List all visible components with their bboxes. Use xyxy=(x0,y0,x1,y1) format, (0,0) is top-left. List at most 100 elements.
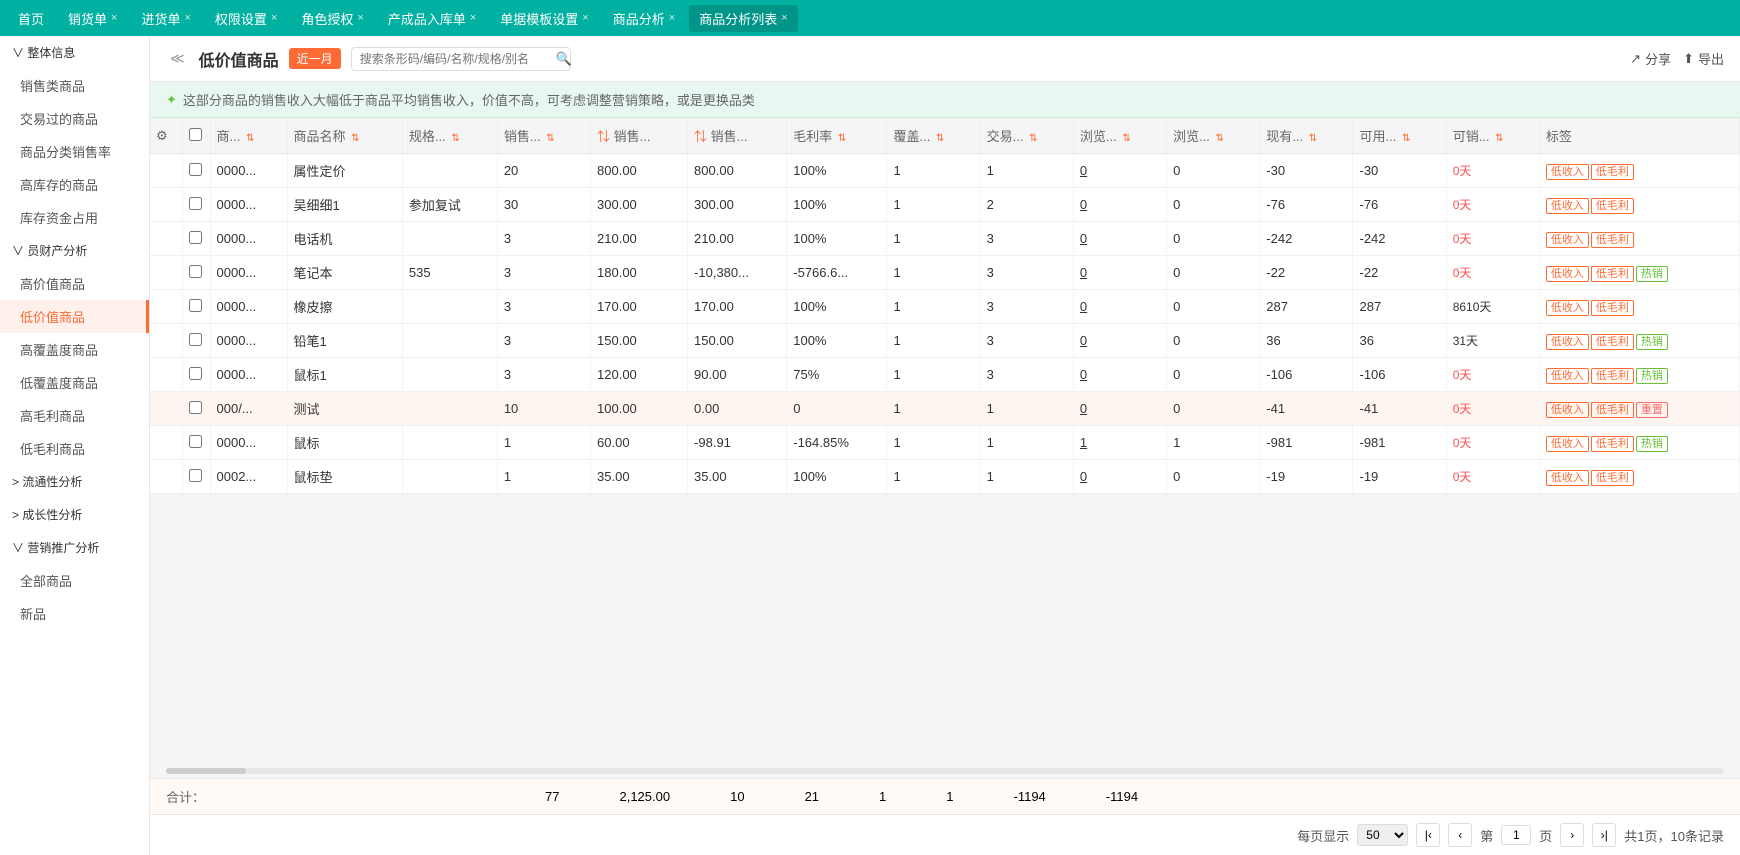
nav-templates[interactable]: 单据模板设置 × xyxy=(490,5,598,32)
browse-link[interactable]: 1 xyxy=(1080,435,1087,450)
cell-margin: 100% xyxy=(787,324,887,358)
cell-num xyxy=(182,290,210,324)
col-s2: ⇅ 销售... xyxy=(591,118,688,154)
nav-roles[interactable]: 角色授权 × xyxy=(291,5,373,32)
cell-browse1: 0 xyxy=(1073,188,1166,222)
sidebar-item-new[interactable]: 新品 xyxy=(0,597,149,630)
nav-analysis-list[interactable]: 商品分析列表 × xyxy=(689,5,797,32)
sidebar-item-sales-category[interactable]: 销售类商品 xyxy=(0,69,149,102)
nav-close-permissions[interactable]: × xyxy=(271,12,277,24)
scrollbar-thumb[interactable] xyxy=(166,768,246,774)
browse-link[interactable]: 0 xyxy=(1080,367,1087,382)
next-page-button[interactable]: › xyxy=(1560,823,1584,847)
browse-link[interactable]: 0 xyxy=(1080,469,1087,484)
cell-s3: 170.00 xyxy=(688,290,787,324)
cell-stock2: -19 xyxy=(1353,460,1446,494)
total-records: 共1页，10条记录 xyxy=(1624,826,1724,845)
row-checkbox[interactable] xyxy=(189,265,202,278)
cell-spec xyxy=(402,154,497,188)
sidebar-item-high-coverage[interactable]: 高覆盖度商品 xyxy=(0,333,149,366)
footer-cover: 10 xyxy=(730,789,744,804)
prev-page-button[interactable]: ‹ xyxy=(1448,823,1472,847)
nav-sales[interactable]: 销货单 × xyxy=(58,5,127,32)
scrollbar-track xyxy=(166,768,1724,774)
browse-link[interactable]: 0 xyxy=(1080,163,1087,178)
col-settings[interactable]: ⚙ xyxy=(150,118,182,154)
search-input[interactable] xyxy=(351,47,571,71)
tag-热销: 热销 xyxy=(1636,368,1668,384)
cell-stock2: 287 xyxy=(1353,290,1446,324)
sidebar-item-stock-value[interactable]: 库存资金占用 xyxy=(0,201,149,234)
cell-code: 0000... xyxy=(210,358,287,392)
browse-link[interactable]: 0 xyxy=(1080,197,1087,212)
browse-link[interactable]: 0 xyxy=(1080,231,1087,246)
first-page-button[interactable]: |‹ xyxy=(1416,823,1440,847)
per-page-select[interactable]: 50 100 xyxy=(1357,824,1408,846)
cell-s2: 210.00 xyxy=(591,222,688,256)
sidebar-group-growth[interactable]: > 成长性分析 xyxy=(0,498,149,531)
browse-link[interactable]: 0 xyxy=(1080,401,1087,416)
nav-close-analysis-list[interactable]: × xyxy=(781,12,787,24)
browse-link[interactable]: 0 xyxy=(1080,299,1087,314)
browse-link[interactable]: 0 xyxy=(1080,333,1087,348)
sidebar-item-all[interactable]: 全部商品 xyxy=(0,564,149,597)
last-page-button[interactable]: ›| xyxy=(1592,823,1616,847)
footer-browse2: 1 xyxy=(946,789,953,804)
nav-close-roles[interactable]: × xyxy=(357,12,363,24)
nav-analysis[interactable]: 商品分析 × xyxy=(603,5,685,32)
cell-margin: -5766.6... xyxy=(787,256,887,290)
cell-num xyxy=(182,460,210,494)
row-checkbox[interactable] xyxy=(189,469,202,482)
table-row: 0000... 鼠标1 3 120.00 90.00 75% 1 3 0 0 -… xyxy=(150,358,1740,392)
row-checkbox[interactable] xyxy=(189,163,202,176)
sidebar-group-finance[interactable]: ∨ 员财产分析 xyxy=(0,234,149,267)
sidebar-item-low-margin[interactable]: 低毛利商品 xyxy=(0,432,149,465)
sidebar-group-overview[interactable]: ∨ 整体信息 xyxy=(0,36,149,69)
browse-link[interactable]: 0 xyxy=(1080,265,1087,280)
share-button[interactable]: ↗ 分享 xyxy=(1630,49,1671,68)
nav-products[interactable]: 产成品入库单 × xyxy=(378,5,486,32)
pagination-bar: 每页显示 50 100 |‹ ‹ 第 页 › ›| 共1页，10条记录 xyxy=(150,814,1740,855)
nav-close-analysis[interactable]: × xyxy=(669,12,675,24)
row-checkbox[interactable] xyxy=(189,401,202,414)
export-icon: ⬆ xyxy=(1683,51,1694,67)
row-checkbox[interactable] xyxy=(189,299,202,312)
cell-stock1: -19 xyxy=(1260,460,1353,494)
nav-purchase[interactable]: 进货单 × xyxy=(131,5,200,32)
cell-browse1: 0 xyxy=(1073,222,1166,256)
sidebar-item-traded[interactable]: 交易过的商品 xyxy=(0,102,149,135)
row-checkbox[interactable] xyxy=(189,333,202,346)
nav-close-purchase[interactable]: × xyxy=(184,12,190,24)
cell-s1: 10 xyxy=(497,392,590,426)
sidebar-item-category-rate[interactable]: 商品分类销售率 xyxy=(0,135,149,168)
select-all-checkbox[interactable] xyxy=(189,128,202,141)
row-checkbox[interactable] xyxy=(189,435,202,448)
sidebar-group-flow[interactable]: > 流通性分析 xyxy=(0,465,149,498)
collapse-button[interactable]: ≪ xyxy=(166,46,189,71)
settings-icon[interactable]: ⚙ xyxy=(156,128,168,143)
cell-code: 0000... xyxy=(210,426,287,460)
sidebar-item-high-value[interactable]: 高价值商品 xyxy=(0,267,149,300)
sidebar-item-high-margin[interactable]: 高毛利商品 xyxy=(0,399,149,432)
page-number-input[interactable] xyxy=(1501,825,1531,845)
sidebar-item-high-stock[interactable]: 高库存的商品 xyxy=(0,168,149,201)
nav-close-sales[interactable]: × xyxy=(111,12,117,24)
nav-close-templates[interactable]: × xyxy=(582,12,588,24)
nav-permissions[interactable]: 权限设置 × xyxy=(205,5,287,32)
sidebar-item-low-coverage[interactable]: 低覆盖度商品 xyxy=(0,366,149,399)
cell-browse2: 0 xyxy=(1167,460,1260,494)
cell-name: 吴细细1 xyxy=(287,188,402,222)
col-s3: ⇅ 销售... xyxy=(688,118,787,154)
sidebar-group-marketing[interactable]: ∨ 营销推广分析 xyxy=(0,531,149,564)
export-button[interactable]: ⬆ 导出 xyxy=(1683,49,1724,68)
nav-home[interactable]: 首页 xyxy=(8,5,54,32)
row-checkbox[interactable] xyxy=(189,197,202,210)
cell-cover: 1 xyxy=(887,188,980,222)
time-badge[interactable]: 近一月 xyxy=(289,48,341,69)
row-checkbox[interactable] xyxy=(189,367,202,380)
cell-browse2: 0 xyxy=(1167,392,1260,426)
row-checkbox[interactable] xyxy=(189,231,202,244)
search-icon[interactable]: 🔍 xyxy=(556,51,572,67)
sidebar-item-low-value[interactable]: 低价值商品 xyxy=(0,300,149,333)
nav-close-products[interactable]: × xyxy=(470,12,476,24)
